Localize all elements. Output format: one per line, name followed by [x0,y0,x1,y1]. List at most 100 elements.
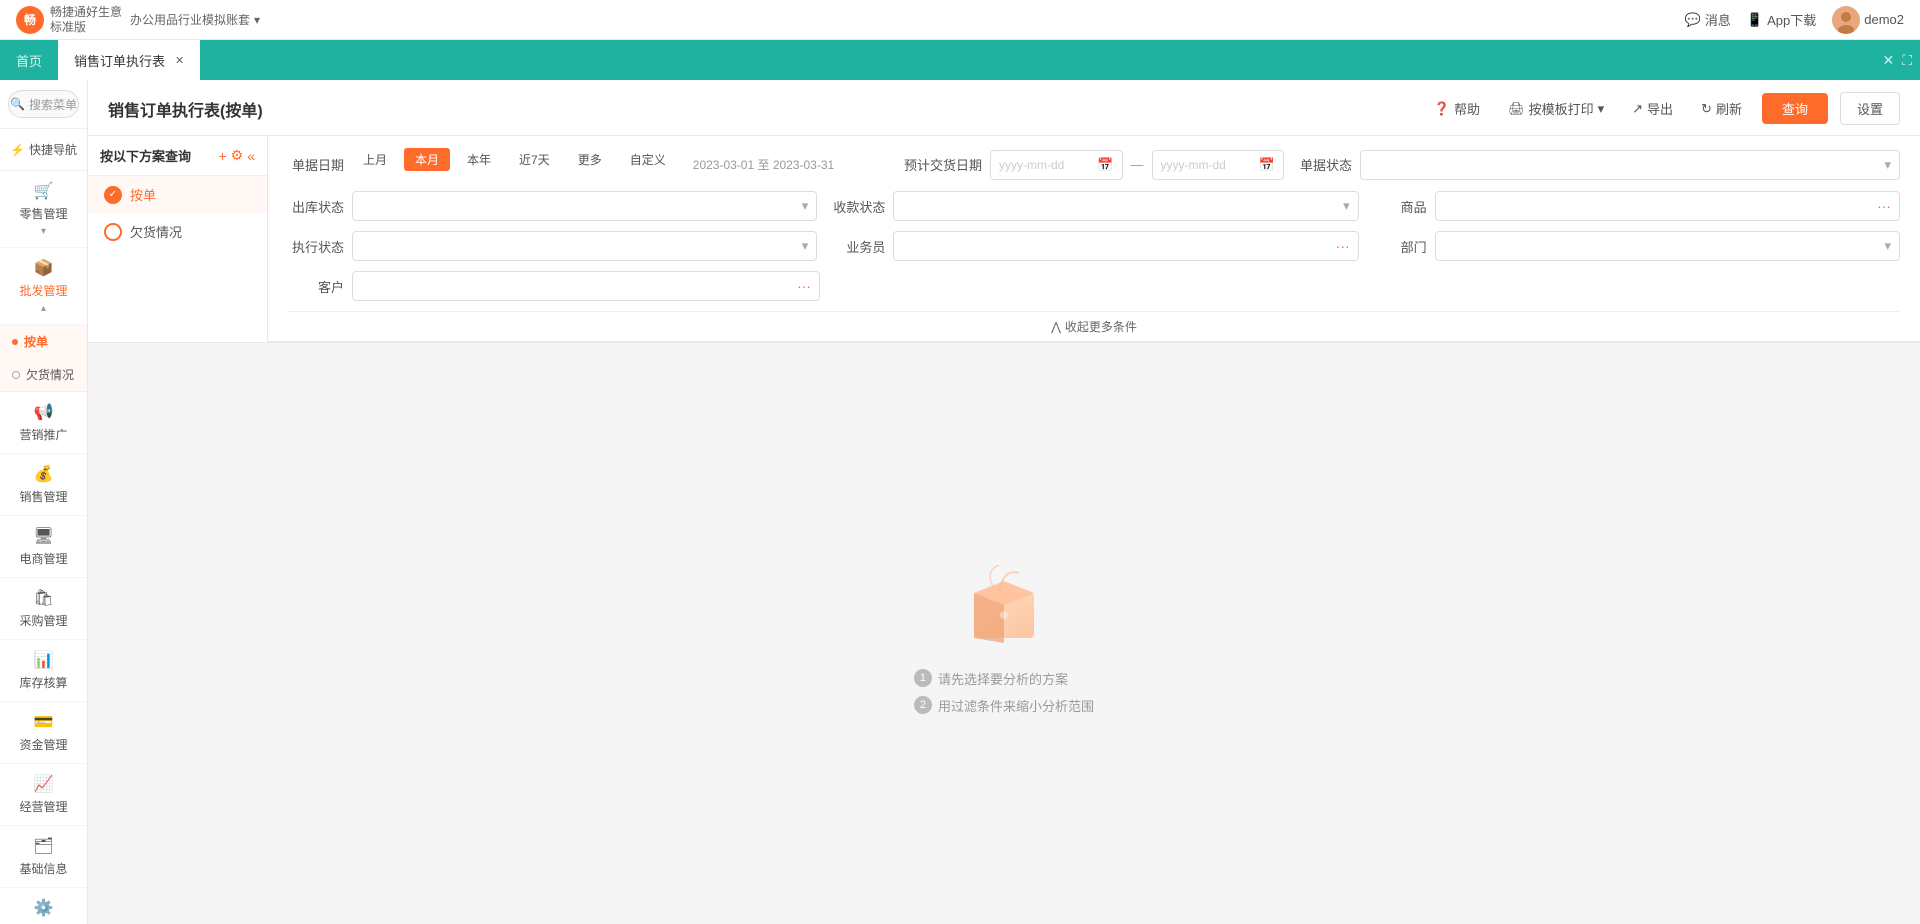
page-header-top: 销售订单执行表(按单) ❓ 帮助 🖨 按模板打印 ▾ ↗ 导出 [108,92,1900,135]
step-2-number: 2 [914,696,932,714]
date-tab-thismonth[interactable]: 本月 [404,148,450,171]
purchase-icon: 🛍 [33,588,53,608]
customer-dots-icon[interactable]: ··· [797,278,811,294]
scheme-sidebar: 按以下方案查询 + ⚙ « ✓ 按单 欠货情况 [88,136,268,342]
query-button[interactable]: 查询 [1762,93,1828,124]
top-bar-left: 畅 畅捷通好生意 标准版 办公用品行业模拟账套 ▾ [16,5,260,34]
filter-group-receipt-status: 收款状态 ▾ [829,191,1358,221]
user-avatar-area[interactable]: demo2 [1832,6,1904,34]
operation-icon: 📈 [34,774,54,794]
app-download-button[interactable]: 📱 App下载 [1747,10,1816,29]
sidebar-item-marketing[interactable]: 📢 营销推广 [0,392,87,454]
wholesale-icon: 📦 [34,258,54,278]
export-button[interactable]: ↗ 导出 [1624,95,1681,122]
chevron-up-icon: ▴ [41,303,46,314]
print-icon: 🖨 [1508,101,1525,117]
add-scheme-icon[interactable]: + [218,148,226,164]
collapse-icon: ⋀ [1051,320,1061,334]
tab-sales-exec[interactable]: 销售订单执行表 ✕ [58,40,200,80]
delivery-date-start-input[interactable]: yyyy-mm-dd 📅 [990,150,1123,180]
status-select[interactable]: ▾ [1360,150,1900,180]
date-tab-lastmonth[interactable]: 上月 [352,148,398,171]
scheme-item-debt[interactable]: 欠货情况 [88,213,267,250]
scheme-actions: + ⚙ « [218,147,255,164]
sidebar-item-sales[interactable]: 💰 销售管理 [0,454,87,516]
sidebar-item-basic[interactable]: 🗂 基础信息 [0,826,87,888]
logo-text: 畅捷通好生意 标准版 [50,5,122,34]
empty-step-1: 1 请先选择要分析的方案 [914,669,1094,688]
breadcrumb[interactable]: 办公用品行业模拟账套 ▾ [130,11,260,28]
calendar-icon: 📅 [1097,157,1113,173]
search-menu-button[interactable]: 🔍 搜索菜单 [8,90,79,118]
tab-home[interactable]: 首页 [0,40,58,80]
sidebar-item-operation[interactable]: 📈 经营管理 [0,764,87,826]
message-button[interactable]: 💬 消息 [1685,10,1731,29]
print-button[interactable]: 🖨 按模板打印 ▾ [1500,95,1612,122]
help-button[interactable]: ❓ 帮助 [1426,95,1488,122]
content-area: 销售订单执行表(按单) ❓ 帮助 🖨 按模板打印 ▾ ↗ 导出 [88,80,1920,924]
system-icon: ⚙️ [34,898,54,918]
calendar-end-icon: 📅 [1259,157,1275,173]
top-bar-right: 💬 消息 📱 App下载 demo2 [1685,6,1904,34]
sidebar-item-ecommerce[interactable]: 🖥 电商管理 [0,516,87,578]
goods-select[interactable]: ··· [1435,191,1900,221]
tab-close-icon[interactable]: ✕ [175,54,184,67]
receipt-chevron-icon: ▾ [1343,198,1350,214]
date-tab-more[interactable]: 更多 [567,148,613,171]
delivery-date-end-input[interactable]: yyyy-mm-dd 📅 [1152,150,1285,180]
page-header: 销售订单执行表(按单) ❓ 帮助 🖨 按模板打印 ▾ ↗ 导出 [88,80,1920,136]
empty-step-2: 2 用过滤条件来缩小分析范围 [914,696,1094,715]
circle-icon [12,371,20,379]
salesperson-select[interactable]: ··· [893,231,1358,261]
scheme-header: 按以下方案查询 + ⚙ « [88,136,267,176]
sidebar: 🔍 搜索菜单 ⚡ 快捷导航 🛒 零售管理 ▾ 📦 批发管理 ▴ 按单 [0,80,88,924]
logo-area: 畅 畅捷通好生意 标准版 [16,5,122,34]
sidebar-search-area: 🔍 搜索菜单 [0,80,87,129]
chevron-down-icon: ▾ [41,226,46,237]
step-1-number: 1 [914,669,932,687]
sidebar-item-wholesale[interactable]: 📦 批发管理 ▴ [0,248,87,325]
delivery-status-select[interactable]: ▾ [352,191,817,221]
content-body: 1 请先选择要分析的方案 2 用过滤条件来缩小分析范围 [88,343,1920,924]
expand-icon[interactable]: ⛶ [1902,52,1912,69]
filter-group-goods: 商品 ··· [1371,191,1900,221]
settings-button[interactable]: 设置 [1840,92,1900,125]
quick-nav-button[interactable]: ⚡ 快捷导航 [0,135,87,164]
filter-row-4: 客户 ··· [288,271,1900,301]
goods-dots-icon[interactable]: ··· [1877,198,1891,214]
collapse-scheme-icon[interactable]: « [247,148,255,164]
message-icon: 💬 [1685,12,1701,28]
sub-menu-presale[interactable]: 按单 [0,325,87,358]
date-tab-7days[interactable]: 近7天 [508,148,561,171]
tab-bar: 首页 销售订单执行表 ✕ ✕ ⛶ [0,40,1920,80]
date-tabs: 上月 本月 本年 近7天 更多 自定义 [352,148,677,171]
date-tab-custom[interactable]: 自定义 [619,148,677,171]
empty-illustration [954,553,1054,653]
breadcrumb-chevron-icon: ▾ [254,13,260,27]
receipt-status-select[interactable]: ▾ [893,191,1358,221]
collapse-button[interactable]: ⋀ 收起更多条件 [288,311,1900,341]
main-layout: 🔍 搜索菜单 ⚡ 快捷导航 🛒 零售管理 ▾ 📦 批发管理 ▴ 按单 [0,80,1920,924]
dept-select[interactable]: ▾ [1435,231,1900,261]
exec-status-select[interactable]: ▾ [352,231,817,261]
filter-group-exec-status: 执行状态 ▾ [288,231,817,261]
sidebar-item-finance[interactable]: 💳 资金管理 [0,702,87,764]
sidebar-item-purchase[interactable]: 🛍 采购管理 [0,578,87,640]
empty-state: 1 请先选择要分析的方案 2 用过滤条件来缩小分析范围 [88,343,1920,924]
finance-icon: 💳 [34,712,54,732]
inventory-icon: 📊 [34,650,54,670]
scheme-item-presale[interactable]: ✓ 按单 [88,176,267,213]
settings-scheme-icon[interactable]: ⚙ [231,147,244,164]
wholesale-sub-menu: 按单 欠货情况 [0,325,87,392]
customer-select[interactable]: ··· [352,271,820,301]
sidebar-item-retail[interactable]: 🛒 零售管理 ▾ [0,171,87,248]
filter-group-dept: 部门 ▾ [1371,231,1900,261]
sidebar-item-inventory[interactable]: 📊 库存核算 [0,640,87,702]
close-tab-icon[interactable]: ✕ [1882,52,1894,69]
date-tab-thisyear[interactable]: 本年 [456,148,502,171]
salesperson-dots-icon[interactable]: ··· [1336,238,1350,254]
sub-menu-debt[interactable]: 欠货情况 [0,358,87,391]
sidebar-item-system[interactable]: ⚙️ 系统管理 [0,888,87,924]
refresh-button[interactable]: ↻ 刷新 [1693,95,1750,122]
logo-icon: 畅 [16,6,44,34]
